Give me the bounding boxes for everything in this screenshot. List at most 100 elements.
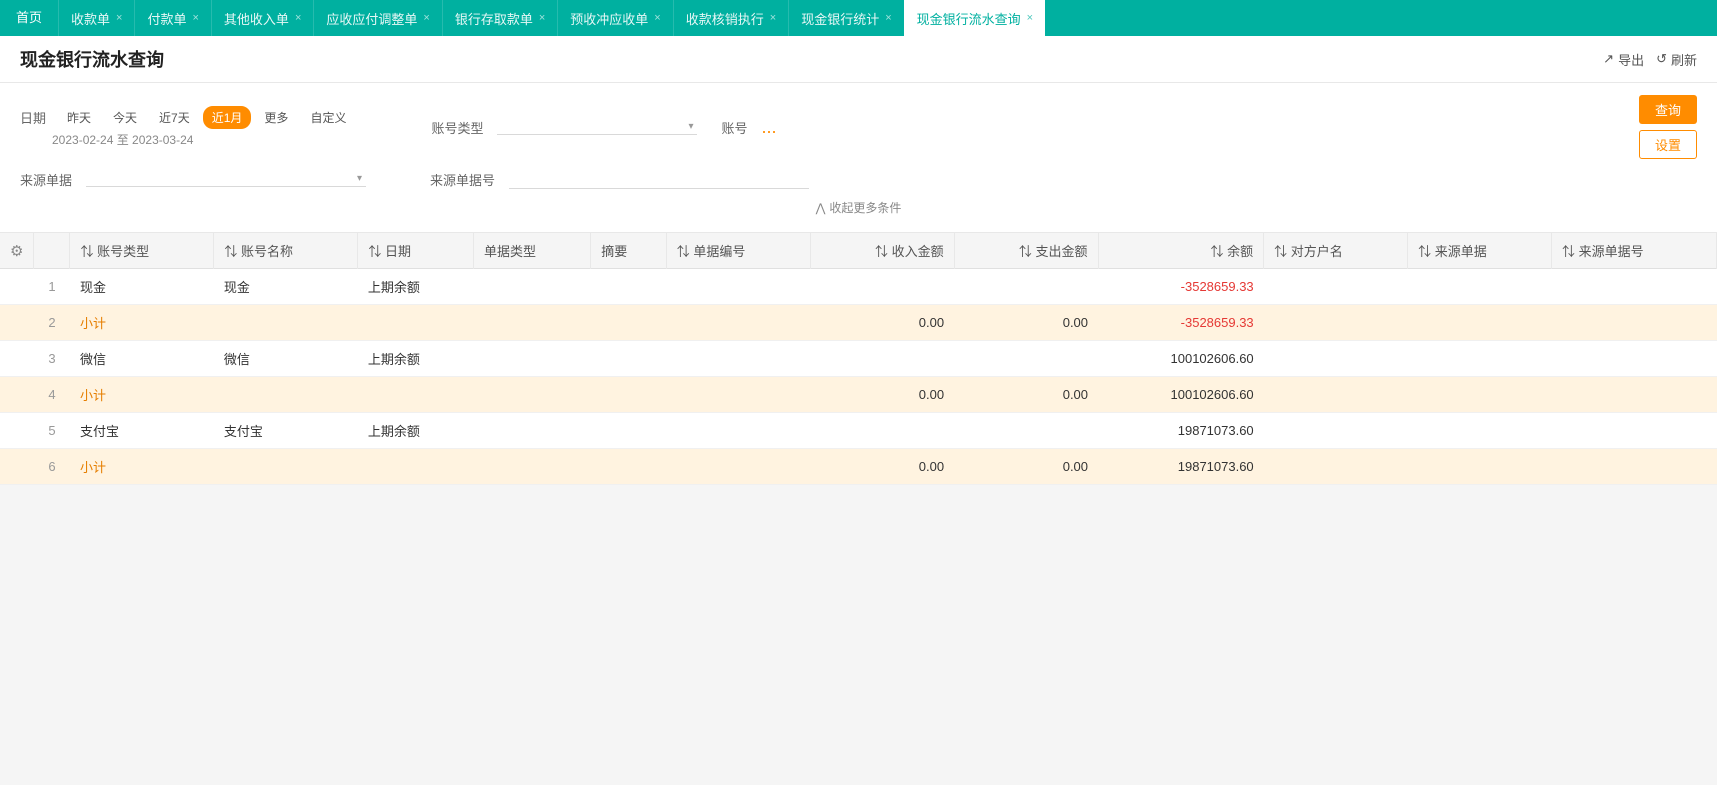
row-gear-cell [0, 305, 34, 341]
table-row: 6 小计 0.00 0.00 19871073.60 [0, 449, 1717, 485]
collapse-bar[interactable]: ⋀ 收起更多条件 [20, 195, 1697, 220]
table-row: 5 支付宝 支付宝 上期余额 19871073.60 [0, 413, 1717, 449]
row-source-doc-no [1552, 449, 1717, 485]
refresh-button[interactable]: ↺ 刷新 [1656, 50, 1697, 69]
th-source-doc-no[interactable]: ⇅ 来源单据号 [1552, 233, 1717, 269]
close-other-income-icon[interactable]: × [295, 12, 301, 24]
row-doc-type [473, 269, 590, 305]
row-source-doc [1408, 341, 1552, 377]
row-number: 1 [34, 269, 70, 305]
th-doc-no[interactable]: ⇅ 单据编号 [666, 233, 810, 269]
row-counterparty [1264, 413, 1408, 449]
nav-home[interactable]: 首页 [0, 0, 58, 36]
th-expense[interactable]: ⇅ 支出金额 [954, 233, 1098, 269]
th-account-type[interactable]: ⇅ 账号类型 [70, 233, 214, 269]
account-dots-button[interactable]: ... [761, 117, 776, 138]
source-doc-select[interactable]: ▾ [86, 171, 366, 187]
nav-tab-advance-offset[interactable]: 预收冲应收单 × [557, 0, 672, 36]
row-counterparty [1264, 305, 1408, 341]
nav-tab-payment[interactable]: 付款单 × [134, 0, 210, 36]
date-filter-buttons: 昨天 今天 近7天 近1月 更多 自定义 [58, 106, 355, 129]
close-ar-adjust-icon[interactable]: × [423, 12, 429, 24]
date-btn-today[interactable]: 今天 [104, 106, 146, 129]
row-counterparty [1264, 449, 1408, 485]
query-button[interactable]: 查询 [1639, 95, 1697, 124]
th-balance[interactable]: ⇅ 余额 [1098, 233, 1264, 269]
source-doc-no-input[interactable] [509, 169, 809, 189]
row-doc-type [473, 377, 590, 413]
nav-tab-other-income[interactable]: 其他收入单 × [211, 0, 313, 36]
row-counterparty [1264, 269, 1408, 305]
th-counterparty[interactable]: ⇅ 对方户名 [1264, 233, 1408, 269]
row-date [358, 449, 474, 485]
close-bank-stats-icon[interactable]: × [885, 12, 891, 24]
row-number: 4 [34, 377, 70, 413]
row-doc-no [666, 413, 810, 449]
nav-tab-bank-flow[interactable]: 现金银行流水查询 × [904, 0, 1045, 36]
row-account-type: 小计 [70, 449, 214, 485]
row-number: 6 [34, 449, 70, 485]
th-doc-type: 单据类型 [473, 233, 590, 269]
nav-tab-bank-deposit[interactable]: 银行存取款单 × [442, 0, 557, 36]
table-gear-icon[interactable]: ⚙ [10, 243, 23, 260]
nav-tab-receipt[interactable]: 收款单 × [58, 0, 134, 36]
date-btn-1month[interactable]: 近1月 [203, 106, 252, 129]
close-bank-deposit-icon[interactable]: × [539, 12, 545, 24]
row-balance: 19871073.60 [1098, 449, 1264, 485]
row-date: 上期余额 [358, 341, 474, 377]
account-type-select[interactable]: ▾ [497, 119, 697, 135]
date-btn-yesterday[interactable]: 昨天 [58, 106, 100, 129]
close-verify-exec-icon[interactable]: × [770, 12, 776, 24]
nav-tab-bank-stats[interactable]: 现金银行统计 × [788, 0, 903, 36]
row-date [358, 305, 474, 341]
th-account-name[interactable]: ⇅ 账号名称 [214, 233, 358, 269]
row-doc-type [473, 449, 590, 485]
row-gear-cell [0, 269, 34, 305]
table-wrapper: ⚙ ⇅ 账号类型 ⇅ 账号名称 ⇅ 日期 单据类型 摘要 ⇅ 单据编号 [0, 233, 1717, 485]
th-source-doc[interactable]: ⇅ 来源单据 [1408, 233, 1552, 269]
close-bank-flow-icon[interactable]: × [1027, 12, 1033, 24]
row-doc-no [666, 449, 810, 485]
row-balance: 100102606.60 [1098, 341, 1264, 377]
date-btn-7days[interactable]: 近7天 [150, 106, 199, 129]
nav-tab-verify-exec[interactable]: 收款核销执行 × [673, 0, 788, 36]
th-income[interactable]: ⇅ 收入金额 [810, 233, 954, 269]
table-header-row: ⚙ ⇅ 账号类型 ⇅ 账号名称 ⇅ 日期 单据类型 摘要 ⇅ 单据编号 [0, 233, 1717, 269]
row-balance: 19871073.60 [1098, 413, 1264, 449]
account-type-label: 账号类型 [431, 118, 483, 137]
th-summary: 摘要 [591, 233, 667, 269]
row-counterparty [1264, 377, 1408, 413]
export-button[interactable]: ↗ 导出 [1603, 50, 1644, 69]
table-row: 1 现金 现金 上期余额 -3528659.33 [0, 269, 1717, 305]
collapse-up-icon: ⋀ [816, 201, 826, 215]
main-table: ⚙ ⇅ 账号类型 ⇅ 账号名称 ⇅ 日期 单据类型 摘要 ⇅ 单据编号 [0, 233, 1717, 485]
row-gear-cell [0, 413, 34, 449]
table-body: 1 现金 现金 上期余额 -3528659.33 2 小计 0.00 0.00 … [0, 269, 1717, 485]
settings-button[interactable]: 设置 [1639, 130, 1697, 159]
close-advance-offset-icon[interactable]: × [654, 12, 660, 24]
row-source-doc-no [1552, 413, 1717, 449]
row-income: 0.00 [810, 449, 954, 485]
date-btn-more[interactable]: 更多 [255, 106, 297, 129]
row-date [358, 377, 474, 413]
row-doc-type [473, 305, 590, 341]
row-source-doc-no [1552, 341, 1717, 377]
row-source-doc-no [1552, 269, 1717, 305]
header-actions: ↗ 导出 ↺ 刷新 [1603, 50, 1697, 69]
row-source-doc [1408, 449, 1552, 485]
source-doc-chevron-icon: ▾ [357, 173, 362, 184]
th-num [34, 233, 70, 269]
row-number: 3 [34, 341, 70, 377]
filter-area: 日期 昨天 今天 近7天 近1月 更多 自定义 2023-02-24 至 202… [0, 83, 1717, 233]
th-date[interactable]: ⇅ 日期 [358, 233, 474, 269]
row-balance: -3528659.33 [1098, 305, 1264, 341]
date-btn-custom[interactable]: 自定义 [301, 106, 355, 129]
row-expense: 0.00 [954, 305, 1098, 341]
row-summary [591, 341, 667, 377]
row-summary [591, 305, 667, 341]
close-receipt-icon[interactable]: × [116, 12, 122, 24]
nav-tab-ar-adjust[interactable]: 应收应付调整单 × [313, 0, 441, 36]
row-account-type: 现金 [70, 269, 214, 305]
close-payment-icon[interactable]: × [192, 12, 198, 24]
row-doc-no [666, 305, 810, 341]
